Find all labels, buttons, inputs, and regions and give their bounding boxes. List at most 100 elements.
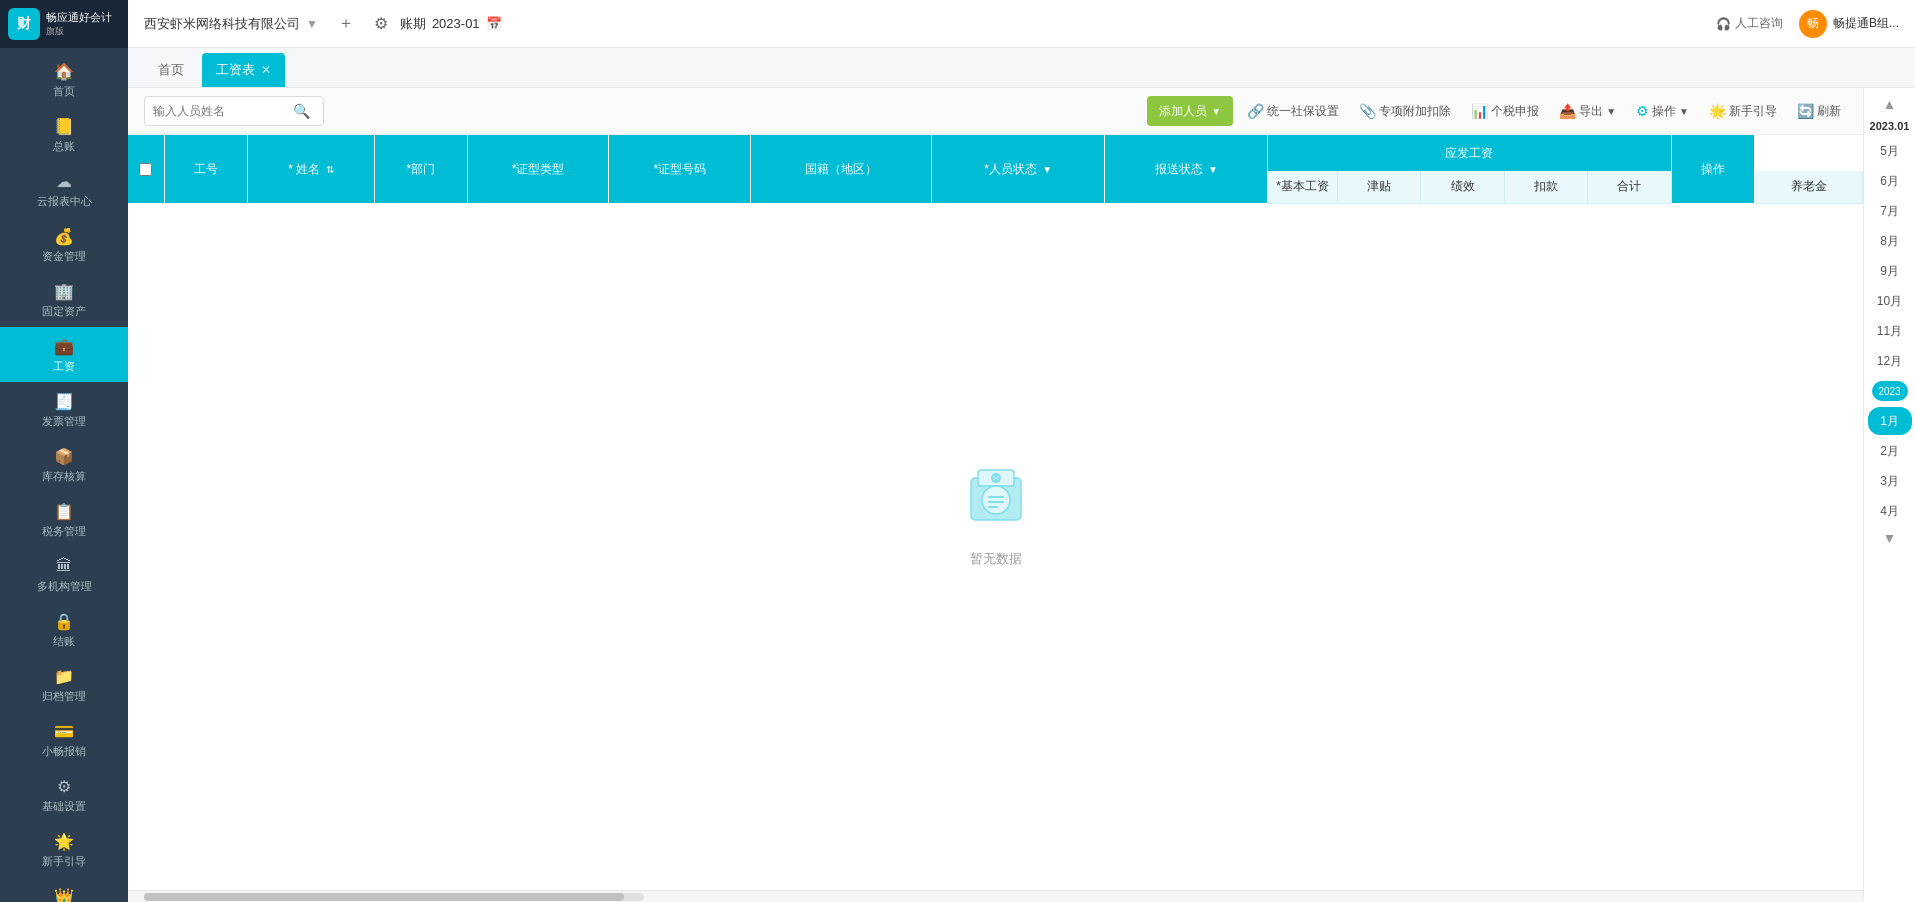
app-title: 畅应通好会计 xyxy=(46,10,112,24)
fixed-assets-icon: 🏢 xyxy=(53,280,75,302)
search-icon: 🔍 xyxy=(293,103,310,119)
col-base-salary: *基本工资 xyxy=(1268,171,1338,203)
guide-button[interactable]: 🌟 新手引导 xyxy=(1703,97,1783,125)
social-security-button[interactable]: 🔗 统一社保设置 xyxy=(1241,97,1345,125)
add-person-button[interactable]: 添加人员 ▼ xyxy=(1147,96,1233,126)
sidebar-label-archive: 归档管理 xyxy=(42,689,86,704)
company-name: 西安虾米网络科技有限公司 xyxy=(144,15,300,33)
multi-org-icon: 🏛 xyxy=(53,555,75,577)
user-info[interactable]: 畅 畅提通B组... xyxy=(1799,10,1899,38)
month-item-6-2022[interactable]: 6月 xyxy=(1868,167,1912,195)
export-button[interactable]: 📤 导出 ▼ xyxy=(1553,97,1622,125)
sidebar-label-home: 首页 xyxy=(53,84,75,99)
operation-chevron-icon: ▼ xyxy=(1679,106,1689,117)
sidebar-item-member[interactable]: 👑 畅会员 xyxy=(0,877,128,902)
sidebar-label-settings: 基础设置 xyxy=(42,799,86,814)
export-chevron-icon: ▼ xyxy=(1606,106,1616,117)
refresh-button[interactable]: 🔄 刷新 xyxy=(1791,97,1847,125)
sidebar-item-ledger[interactable]: 📒 总账 xyxy=(0,107,128,162)
table-scrollbar xyxy=(128,890,1863,902)
sidebar-item-multi-org[interactable]: 🏛 多机构管理 xyxy=(0,547,128,602)
sidebar-item-settings[interactable]: ⚙ 基础设置 xyxy=(0,767,128,822)
status-filter-icon[interactable]: ▼ xyxy=(1042,164,1052,175)
month-item-5-2022[interactable]: 5月 xyxy=(1868,137,1912,165)
calendar-icon[interactable]: 📅 xyxy=(486,16,502,31)
month-item-2-2023[interactable]: 2月 xyxy=(1868,437,1912,465)
support-button[interactable]: 🎧 人工咨询 xyxy=(1716,15,1783,32)
month-item-10-2022[interactable]: 10月 xyxy=(1868,287,1912,315)
sidebar-item-archive[interactable]: 📁 归档管理 xyxy=(0,657,128,712)
add-company-button[interactable]: ＋ xyxy=(334,9,358,38)
sidebar-item-guide[interactable]: 🌟 新手引导 xyxy=(0,822,128,877)
month-next-button[interactable]: ▼ xyxy=(1878,526,1902,550)
social-security-icon: 🔗 xyxy=(1247,103,1264,119)
sidebar-label-expense: 小畅报销 xyxy=(42,744,86,759)
empty-state: 暂无数据 xyxy=(956,458,1036,568)
inventory-icon: 📦 xyxy=(53,445,75,467)
sidebar-label-multi-org: 多机构管理 xyxy=(37,579,92,594)
archive-icon: 📁 xyxy=(53,665,75,687)
guide-label: 新手引导 xyxy=(1729,103,1777,120)
month-item-7-2022[interactable]: 7月 xyxy=(1868,197,1912,225)
sidebar-item-expense[interactable]: 💳 小畅报销 xyxy=(0,712,128,767)
tab-salary-table[interactable]: 工资表 ✕ xyxy=(202,53,285,87)
special-deduction-button[interactable]: 📎 专项附加扣除 xyxy=(1353,97,1457,125)
avatar: 畅 xyxy=(1799,10,1827,38)
sidebar-item-cloud-report[interactable]: ☁ 云报表中心 xyxy=(0,162,128,217)
user-name: 畅提通B组... xyxy=(1833,15,1899,32)
ledger-icon: 📒 xyxy=(53,115,75,137)
tab-home-label: 首页 xyxy=(158,61,184,79)
main-area: 西安虾米网络科技有限公司 ▼ ＋ ⚙ 账期 2023-01 📅 🎧 人工咨询 畅… xyxy=(128,0,1915,902)
col-status: *人员状态 ▼ xyxy=(932,135,1105,203)
month-item-11-2022[interactable]: 11月 xyxy=(1868,317,1912,345)
expense-icon: 💳 xyxy=(53,720,75,742)
col-allowance: 津贴 xyxy=(1338,171,1421,203)
headset-icon: 🎧 xyxy=(1716,17,1731,31)
sidebar-item-close[interactable]: 🔒 结账 xyxy=(0,602,128,657)
invoice-icon: 🧾 xyxy=(53,390,75,412)
sidebar-item-fund[interactable]: 💰 资金管理 xyxy=(0,217,128,272)
month-item-8-2022[interactable]: 8月 xyxy=(1868,227,1912,255)
month-prev-button[interactable]: ▲ xyxy=(1878,92,1902,116)
close-period-icon: 🔒 xyxy=(53,610,75,632)
export-icon: 📤 xyxy=(1559,103,1576,119)
sidebar-label-fixed-assets: 固定资产 xyxy=(42,304,86,319)
add-person-label: 添加人员 xyxy=(1159,103,1207,120)
export-label: 导出 xyxy=(1579,103,1603,120)
operation-button[interactable]: ⚙ 操作 ▼ xyxy=(1630,97,1695,125)
app-subtitle: 旗版 xyxy=(46,25,112,38)
tab-close-icon[interactable]: ✕ xyxy=(261,63,271,77)
month-item-4-2023[interactable]: 4月 xyxy=(1868,497,1912,525)
col-dept: *部门 xyxy=(374,135,467,203)
sidebar-item-fixed-assets[interactable]: 🏢 固定资产 xyxy=(0,272,128,327)
social-security-label: 统一社保设置 xyxy=(1267,103,1339,120)
personal-tax-label: 个税申报 xyxy=(1491,103,1539,120)
col-salary-group: 应发工资 xyxy=(1268,135,1671,171)
member-icon: 👑 xyxy=(53,885,75,902)
month-item-9-2022[interactable]: 9月 xyxy=(1868,257,1912,285)
chevron-down-icon: ▼ xyxy=(306,17,318,31)
operation-label: 操作 xyxy=(1652,103,1676,120)
tab-home[interactable]: 首页 xyxy=(144,53,198,87)
sidebar-item-salary[interactable]: 💼 工资 xyxy=(0,327,128,382)
month-item-3-2023[interactable]: 3月 xyxy=(1868,467,1912,495)
company-selector[interactable]: 西安虾米网络科技有限公司 ▼ xyxy=(144,15,318,33)
name-sort-icon[interactable]: ⇅ xyxy=(326,164,334,175)
select-all-checkbox[interactable] xyxy=(139,163,152,176)
sidebar-item-home[interactable]: 🏠 首页 xyxy=(0,52,128,107)
sidebar-label-fund: 资金管理 xyxy=(42,249,86,264)
operation-icon: ⚙ xyxy=(1636,103,1649,119)
search-input[interactable] xyxy=(153,104,293,118)
sidebar-item-tax[interactable]: 📋 税务管理 xyxy=(0,492,128,547)
month-item-1-2023[interactable]: 1月 xyxy=(1868,407,1912,435)
settings-button[interactable]: ⚙ xyxy=(370,10,392,37)
refresh-label: 刷新 xyxy=(1817,103,1841,120)
fund-icon: 💰 xyxy=(53,225,75,247)
sidebar-item-invoice[interactable]: 🧾 发票管理 xyxy=(0,382,128,437)
month-item-12-2022[interactable]: 12月 xyxy=(1868,347,1912,375)
sidebar-item-inventory[interactable]: 📦 库存核算 xyxy=(0,437,128,492)
toolbar-right: 添加人员 ▼ 🔗 统一社保设置 📎 专项附加扣除 📊 个税申报 xyxy=(1147,96,1847,126)
report-filter-icon[interactable]: ▼ xyxy=(1208,164,1218,175)
personal-tax-button[interactable]: 📊 个税申报 xyxy=(1465,97,1545,125)
col-performance: 绩效 xyxy=(1421,171,1504,203)
